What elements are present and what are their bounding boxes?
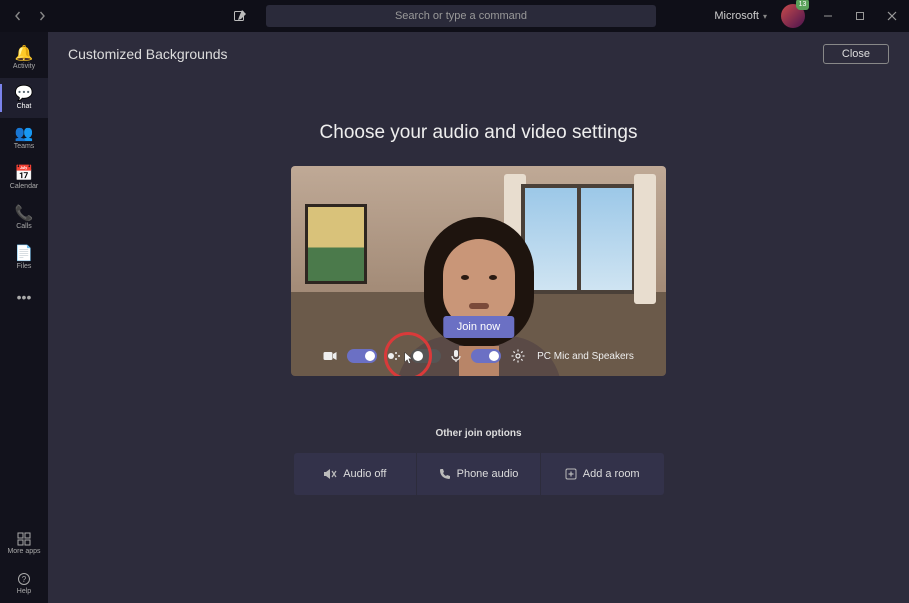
svg-text:?: ? <box>22 575 27 584</box>
close-button[interactable]: Close <box>823 44 889 64</box>
rail-more-apps[interactable]: More apps <box>0 523 48 563</box>
add-room-icon <box>565 468 577 480</box>
nav-arrows <box>8 6 52 26</box>
close-window-button[interactable] <box>883 7 901 25</box>
background-blur-toggle[interactable] <box>411 349 441 363</box>
microphone-icon <box>451 349 461 363</box>
title-bar: Search or type a command Microsoft ▾ 13 <box>0 0 909 32</box>
settings-gear-icon[interactable] <box>511 349 525 363</box>
rail-help-label: Help <box>17 588 31 595</box>
rail-chat-label: Chat <box>17 103 32 110</box>
org-switcher[interactable]: Microsoft ▾ <box>714 10 767 22</box>
audio-device-label[interactable]: PC Mic and Speakers <box>537 351 634 362</box>
rail-activity-label: Activity <box>13 63 35 70</box>
new-chat-icon[interactable] <box>230 6 250 26</box>
camera-toggle[interactable] <box>347 349 377 363</box>
org-label: Microsoft <box>714 10 759 22</box>
maximize-button[interactable] <box>851 7 869 25</box>
option-audio-off[interactable]: Audio off <box>294 453 417 495</box>
rail-calendar-label: Calendar <box>10 183 38 190</box>
rail-more[interactable]: ••• <box>17 282 32 312</box>
content-area: Customized Backgrounds Close Choose your… <box>48 32 909 603</box>
calls-icon: 📞 <box>15 206 34 221</box>
titlebar-right: Microsoft ▾ 13 <box>714 4 901 28</box>
option-audio-off-label: Audio off <box>343 468 386 480</box>
bell-icon: 🔔 <box>15 46 34 61</box>
rail-teams[interactable]: 👥 Teams <box>0 118 48 158</box>
page-title: Customized Backgrounds <box>68 46 228 62</box>
content-header: Customized Backgrounds Close <box>48 32 909 76</box>
phone-icon <box>439 468 451 480</box>
forward-button[interactable] <box>32 6 52 26</box>
app-rail: 🔔 Activity 💬 Chat 👥 Teams 📅 Calendar 📞 C… <box>0 32 48 603</box>
user-avatar[interactable]: 13 <box>781 4 805 28</box>
help-icon: ? <box>17 572 31 586</box>
back-button[interactable] <box>8 6 28 26</box>
rail-teams-label: Teams <box>14 143 35 150</box>
video-preview: Join now <box>291 166 666 376</box>
teams-icon: 👥 <box>15 126 34 141</box>
rail-calendar[interactable]: 📅 Calendar <box>0 158 48 198</box>
camera-icon <box>323 350 337 362</box>
search-input[interactable]: Search or type a command <box>266 5 656 27</box>
other-options-label: Other join options <box>48 428 909 439</box>
calendar-icon: 📅 <box>15 166 34 181</box>
rail-activity[interactable]: 🔔 Activity <box>0 38 48 78</box>
option-add-room[interactable]: Add a room <box>540 453 664 495</box>
search-placeholder: Search or type a command <box>395 10 527 22</box>
chat-icon: 💬 <box>15 86 34 101</box>
background-blur-icon <box>387 350 401 362</box>
audio-off-icon <box>323 468 337 480</box>
rail-chat[interactable]: 💬 Chat <box>0 78 48 118</box>
rail-files[interactable]: 📄 Files <box>0 238 48 278</box>
rail-calls-label: Calls <box>16 223 32 230</box>
option-phone-audio[interactable]: Phone audio <box>416 453 540 495</box>
join-now-button[interactable]: Join now <box>443 316 514 338</box>
rail-calls[interactable]: 📞 Calls <box>0 198 48 238</box>
rail-files-label: Files <box>17 263 32 270</box>
rail-help[interactable]: ? Help <box>0 563 48 603</box>
other-options-row: Audio off Phone audio Add a room <box>294 453 664 495</box>
notification-badge: 13 <box>796 0 809 9</box>
rail-more-apps-label: More apps <box>7 548 40 555</box>
apps-icon <box>17 532 31 546</box>
chevron-down-icon: ▾ <box>763 12 767 21</box>
option-add-room-label: Add a room <box>583 468 640 480</box>
microphone-toggle[interactable] <box>471 349 501 363</box>
option-phone-audio-label: Phone audio <box>457 468 519 480</box>
minimize-button[interactable] <box>819 7 837 25</box>
files-icon: 📄 <box>15 246 34 261</box>
prejoin-title: Choose your audio and video settings <box>48 122 909 144</box>
preview-controls: PC Mic and Speakers <box>291 344 666 368</box>
